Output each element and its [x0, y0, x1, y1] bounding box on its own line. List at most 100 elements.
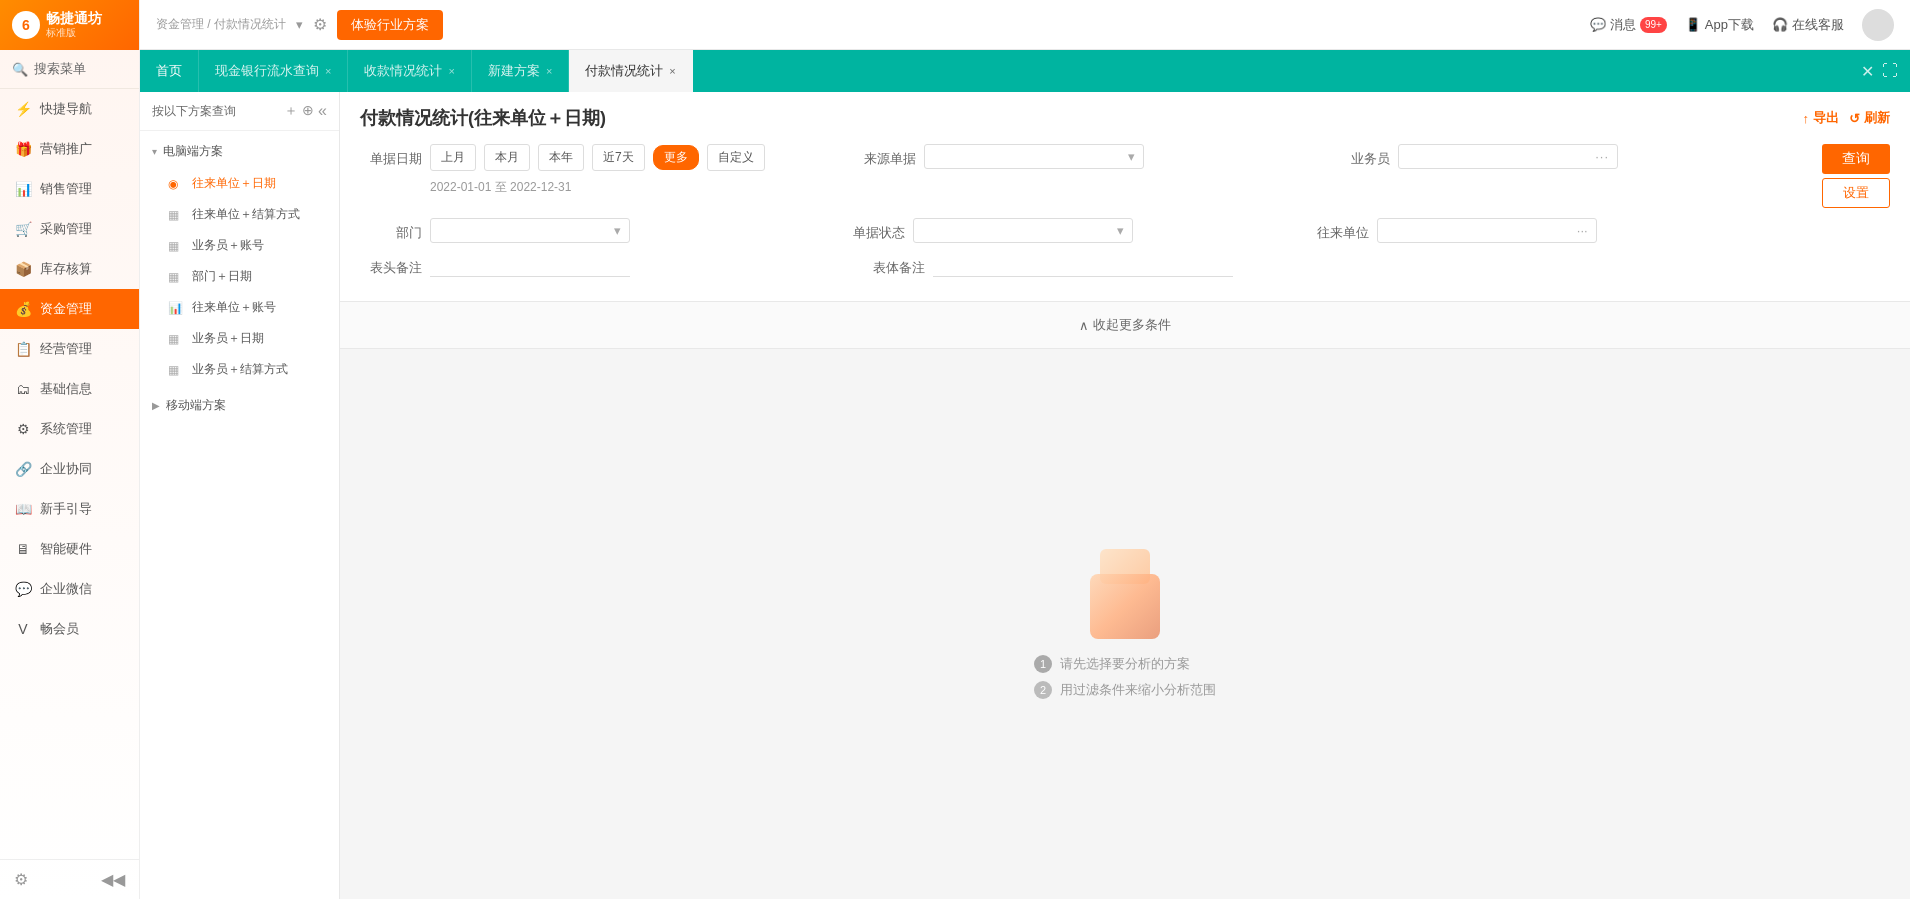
scheme-item-partner-date[interactable]: ◉ 往来单位＋日期 — [140, 168, 339, 199]
scheme-item-partner-settle[interactable]: ▦ 往来单位＋结算方式 — [140, 199, 339, 230]
dept-dropdown-icon: ▾ — [614, 223, 621, 238]
tab-home[interactable]: 首页 — [140, 50, 199, 92]
headset-icon: 🎧 — [1772, 17, 1788, 32]
tab-payment-stats-close-icon[interactable]: × — [669, 65, 675, 77]
source-doc-label: 来源单据 — [844, 144, 924, 168]
sidebar-item-inventory[interactable]: 📦 库存核算 — [0, 249, 139, 289]
sidebar-item-label: 新手引导 — [40, 500, 92, 518]
scheme-collapse-btn[interactable]: « — [318, 102, 327, 120]
partner-dots: ··· — [1577, 223, 1588, 238]
system-icon: ⚙ — [14, 421, 32, 437]
sidebar-item-sales[interactable]: 📊 销售管理 — [0, 169, 139, 209]
date-filter-content: 上月 本月 本年 近7天 更多 自定义 2022-01-01 至 2022-12… — [430, 144, 844, 196]
tab-receipt-stats[interactable]: 收款情况统计 × — [348, 50, 471, 92]
refresh-btn[interactable]: ↺ 刷新 — [1849, 109, 1890, 127]
hardware-icon: 🖥 — [14, 541, 32, 557]
messages-badge: 99+ — [1640, 17, 1667, 33]
export-btn[interactable]: ↑ 导出 — [1803, 109, 1840, 127]
scheme-item-staff-account-label: 业务员＋账号 — [192, 237, 264, 254]
trial-btn[interactable]: 体验行业方案 — [337, 10, 443, 40]
sidebar-item-guide[interactable]: 📖 新手引导 — [0, 489, 139, 529]
online-service-label: 在线客服 — [1792, 16, 1844, 34]
desktop-section-label: 电脑端方案 — [163, 143, 223, 160]
tab-close-all-icon[interactable]: ✕ — [1861, 62, 1874, 81]
sidebar-item-label: 快捷导航 — [40, 100, 92, 118]
scheme-item-staff-date[interactable]: ▦ 业务员＋日期 — [140, 323, 339, 354]
scheme-item-partner-account-icon: 📊 — [168, 301, 184, 315]
dept-select[interactable]: ▾ — [430, 218, 630, 243]
footer-collapse-icon[interactable]: ◀◀ — [101, 870, 125, 889]
search-icon: 🔍 — [12, 62, 28, 77]
scheme-item-dept-date-label: 部门＋日期 — [192, 268, 252, 285]
staff-dots: ··· — [1595, 149, 1609, 164]
user-avatar[interactable] — [1862, 9, 1894, 41]
sidebar-item-vip[interactable]: V 畅会员 — [0, 609, 139, 649]
sidebar-item-system[interactable]: ⚙ 系统管理 — [0, 409, 139, 449]
content-area: 按以下方案查询 ＋ ⊕ « ▾ 电脑端方案 ◉ 往来单位＋日期 ▦ — [140, 92, 1910, 899]
footer-settings-icon[interactable]: ⚙ — [14, 870, 28, 889]
search-menu[interactable]: 🔍 搜索菜单 — [0, 50, 139, 89]
scheme-item-dept-date[interactable]: ▦ 部门＋日期 — [140, 261, 339, 292]
doc-status-dropdown-icon: ▾ — [1117, 223, 1124, 238]
tab-bank-flow-close-icon[interactable]: × — [325, 65, 331, 77]
app-title: 畅捷通坊 — [46, 10, 102, 27]
custom-btn[interactable]: 自定义 — [707, 144, 765, 171]
staff-select[interactable]: ··· — [1398, 144, 1618, 169]
partner-select[interactable]: ··· — [1377, 218, 1597, 243]
scheme-item-staff-settle[interactable]: ▦ 业务员＋结算方式 — [140, 354, 339, 385]
last-month-btn[interactable]: 上月 — [430, 144, 476, 171]
operations-icon: 📋 — [14, 341, 32, 357]
tab-bank-flow[interactable]: 现金银行流水查询 × — [199, 50, 348, 92]
scheme-item-staff-account[interactable]: ▦ 业务员＋账号 — [140, 230, 339, 261]
mobile-section[interactable]: ▶ 移动端方案 — [140, 389, 339, 422]
desktop-section-header[interactable]: ▾ 电脑端方案 — [140, 135, 339, 168]
sidebar-item-label: 库存核算 — [40, 260, 92, 278]
more-btn[interactable]: 更多 — [653, 145, 699, 170]
scheme-panel-header-label: 按以下方案查询 — [152, 103, 236, 120]
messages-btn[interactable]: 💬 消息 99+ — [1590, 16, 1667, 34]
sidebar-item-purchase[interactable]: 🛒 采购管理 — [0, 209, 139, 249]
scheme-settings-btn[interactable]: ⊕ — [302, 102, 314, 120]
source-doc-select[interactable]: ▾ — [924, 144, 1144, 169]
doc-status-select[interactable]: ▾ — [913, 218, 1133, 243]
sidebar-item-label: 销售管理 — [40, 180, 92, 198]
topbar: 资金管理 / 付款情况统计 ▾ ⚙ 体验行业方案 💬 消息 99+ 📱 App下… — [140, 0, 1910, 50]
sidebar-item-weixin[interactable]: 💬 企业微信 — [0, 569, 139, 609]
guide-icon: 📖 — [14, 501, 32, 517]
tab-receipt-stats-close-icon[interactable]: × — [448, 65, 454, 77]
sidebar-item-basic-info[interactable]: 🗂 基础信息 — [0, 369, 139, 409]
scheme-add-btn[interactable]: ＋ — [284, 102, 298, 120]
tabbar-actions: ✕ ⛶ — [1849, 50, 1910, 92]
sidebar-item-hardware[interactable]: 🖥 智能硬件 — [0, 529, 139, 569]
sidebar-item-enterprise[interactable]: 🔗 企业协同 — [0, 449, 139, 489]
tab-payment-stats[interactable]: 付款情况统计 × — [569, 50, 692, 92]
sidebar-item-marketing[interactable]: 🎁 营销推广 — [0, 129, 139, 169]
dropdown-arrow-icon[interactable]: ▾ — [296, 17, 303, 32]
table-header-note-input[interactable] — [430, 253, 630, 277]
sidebar-item-quick-nav[interactable]: ⚡ 快捷导航 — [0, 89, 139, 129]
tab-new-scheme[interactable]: 新建方案 × — [472, 50, 569, 92]
sidebar-item-label: 企业协同 — [40, 460, 92, 478]
query-btn[interactable]: 查询 — [1822, 144, 1890, 174]
online-service-btn[interactable]: 🎧 在线客服 — [1772, 16, 1844, 34]
scheme-item-partner-account[interactable]: 📊 往来单位＋账号 — [140, 292, 339, 323]
app-title-block: 畅捷通坊 标准版 — [46, 10, 102, 41]
doc-status-content: ▾ — [913, 218, 1316, 243]
settings-btn[interactable]: 设置 — [1822, 178, 1890, 208]
partner-content: ··· — [1377, 218, 1780, 243]
app-download-btn[interactable]: 📱 App下载 — [1685, 16, 1754, 34]
tab-expand-icon[interactable]: ⛶ — [1882, 62, 1898, 80]
tab-new-scheme-close-icon[interactable]: × — [546, 65, 552, 77]
topbar-settings-icon[interactable]: ⚙ — [313, 15, 327, 34]
sidebar-item-label: 资金管理 — [40, 300, 92, 318]
mobile-section-label: 移动端方案 — [166, 397, 226, 414]
sidebar-item-finance[interactable]: 💰 资金管理 — [0, 289, 139, 329]
sidebar-footer: ⚙ ◀◀ — [0, 859, 139, 899]
this-year-btn[interactable]: 本年 — [538, 144, 584, 171]
table-body-note-input[interactable] — [933, 253, 1233, 277]
this-month-btn[interactable]: 本月 — [484, 144, 530, 171]
last-7days-btn[interactable]: 近7天 — [592, 144, 645, 171]
sidebar-item-label: 系统管理 — [40, 420, 92, 438]
sidebar-item-operations[interactable]: 📋 经营管理 — [0, 329, 139, 369]
collapse-btn[interactable]: ∧ 收起更多条件 — [1069, 310, 1181, 340]
